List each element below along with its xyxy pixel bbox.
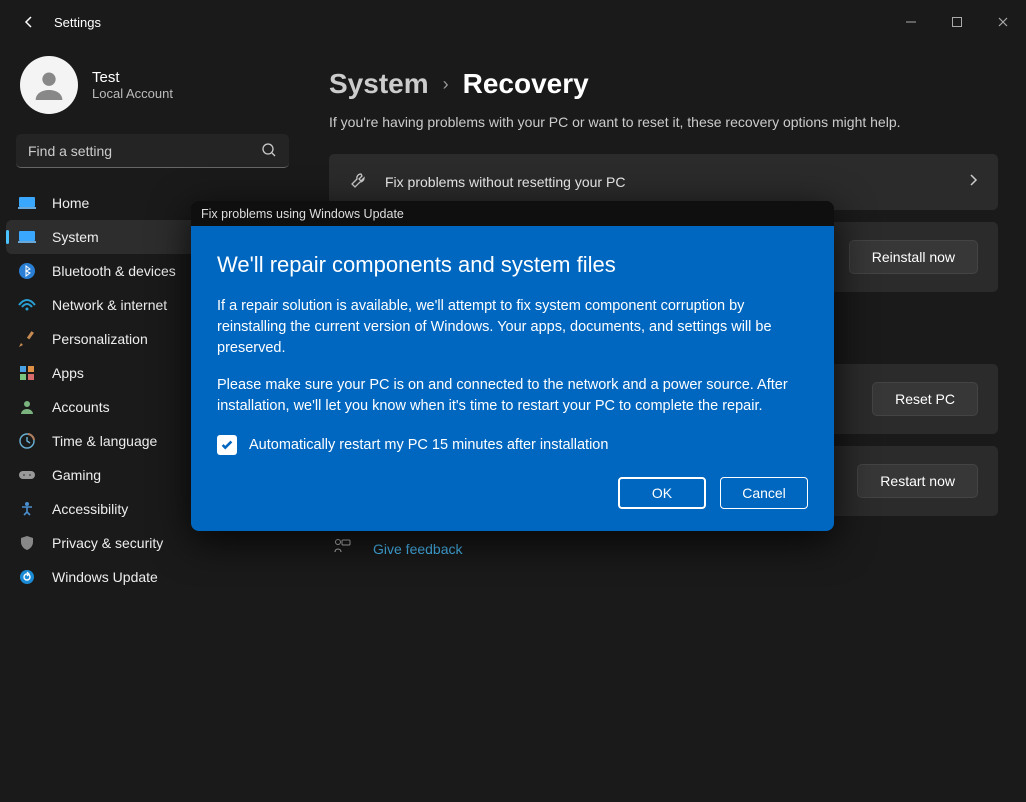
page-title: Recovery [463, 68, 589, 100]
breadcrumb: System › Recovery [329, 68, 998, 100]
time-icon [18, 432, 36, 450]
personalization-icon [18, 330, 36, 348]
profile-block[interactable]: Test Local Account [0, 52, 305, 134]
checkbox-label: Automatically restart my PC 15 minutes a… [249, 437, 608, 453]
chevron-right-icon [968, 173, 978, 192]
dialog-paragraph-2: Please make sure your PC is on and conne… [217, 375, 808, 417]
home-icon [18, 194, 36, 212]
card-title: Fix problems without resetting your PC [385, 174, 625, 190]
give-feedback-row[interactable]: Give feedback [333, 528, 998, 569]
sidebar-item-label: Bluetooth & devices [52, 263, 176, 279]
auto-restart-checkbox[interactable]: Automatically restart my PC 15 minutes a… [217, 435, 808, 455]
checkbox-icon [217, 435, 237, 455]
sidebar-item-label: Windows Update [52, 569, 158, 585]
sidebar-item-label: Home [52, 195, 89, 211]
window-title: Settings [54, 15, 101, 30]
update-icon [18, 568, 36, 586]
apps-icon [18, 364, 36, 382]
maximize-icon [951, 16, 963, 28]
dialog-heading: We'll repair components and system files [217, 252, 808, 278]
sidebar-item-label: Network & internet [52, 297, 167, 313]
profile-name: Test [92, 69, 173, 86]
ok-button[interactable]: OK [618, 477, 706, 509]
maximize-button[interactable] [934, 0, 980, 44]
feedback-icon [333, 538, 353, 559]
accounts-icon [18, 398, 36, 416]
minimize-button[interactable] [888, 0, 934, 44]
breadcrumb-parent[interactable]: System [329, 68, 429, 100]
sidebar-item-label: Accounts [52, 399, 110, 415]
search-icon [261, 142, 277, 163]
back-button[interactable] [14, 7, 44, 37]
sidebar-item-label: Gaming [52, 467, 101, 483]
window-titlebar: Settings [0, 0, 1026, 44]
privacy-icon [18, 534, 36, 552]
reinstall-now-button[interactable]: Reinstall now [849, 240, 978, 274]
repair-dialog: Fix problems using Windows Update We'll … [191, 201, 834, 531]
accessibility-icon [18, 500, 36, 518]
network-icon [18, 296, 36, 314]
search-input[interactable] [16, 134, 289, 168]
sidebar-item-privacy[interactable]: Privacy & security [6, 526, 299, 560]
restart-now-button[interactable]: Restart now [857, 464, 978, 498]
close-icon [997, 16, 1009, 28]
system-icon [18, 228, 36, 246]
profile-account-type: Local Account [92, 86, 173, 101]
sidebar-item-label: Accessibility [52, 501, 128, 517]
sidebar-item-label: Personalization [52, 331, 148, 347]
sidebar-item-update[interactable]: Windows Update [6, 560, 299, 594]
gaming-icon [18, 466, 36, 484]
avatar [20, 56, 78, 114]
sidebar-item-label: Privacy & security [52, 535, 163, 551]
chevron-right-icon: › [443, 74, 449, 95]
sidebar-item-label: System [52, 229, 99, 245]
give-feedback-link[interactable]: Give feedback [373, 541, 463, 557]
minimize-icon [905, 16, 917, 28]
sidebar-item-label: Apps [52, 365, 84, 381]
user-icon [29, 65, 69, 105]
dialog-paragraph-1: If a repair solution is available, we'll… [217, 296, 808, 359]
dialog-titlebar: Fix problems using Windows Update [191, 201, 834, 226]
cancel-button[interactable]: Cancel [720, 477, 808, 509]
page-subtitle: If you're having problems with your PC o… [329, 114, 998, 130]
wrench-icon [349, 172, 369, 192]
sidebar-item-label: Time & language [52, 433, 157, 449]
arrow-left-icon [21, 14, 37, 30]
bluetooth-icon [18, 262, 36, 280]
close-button[interactable] [980, 0, 1026, 44]
reset-pc-button[interactable]: Reset PC [872, 382, 978, 416]
